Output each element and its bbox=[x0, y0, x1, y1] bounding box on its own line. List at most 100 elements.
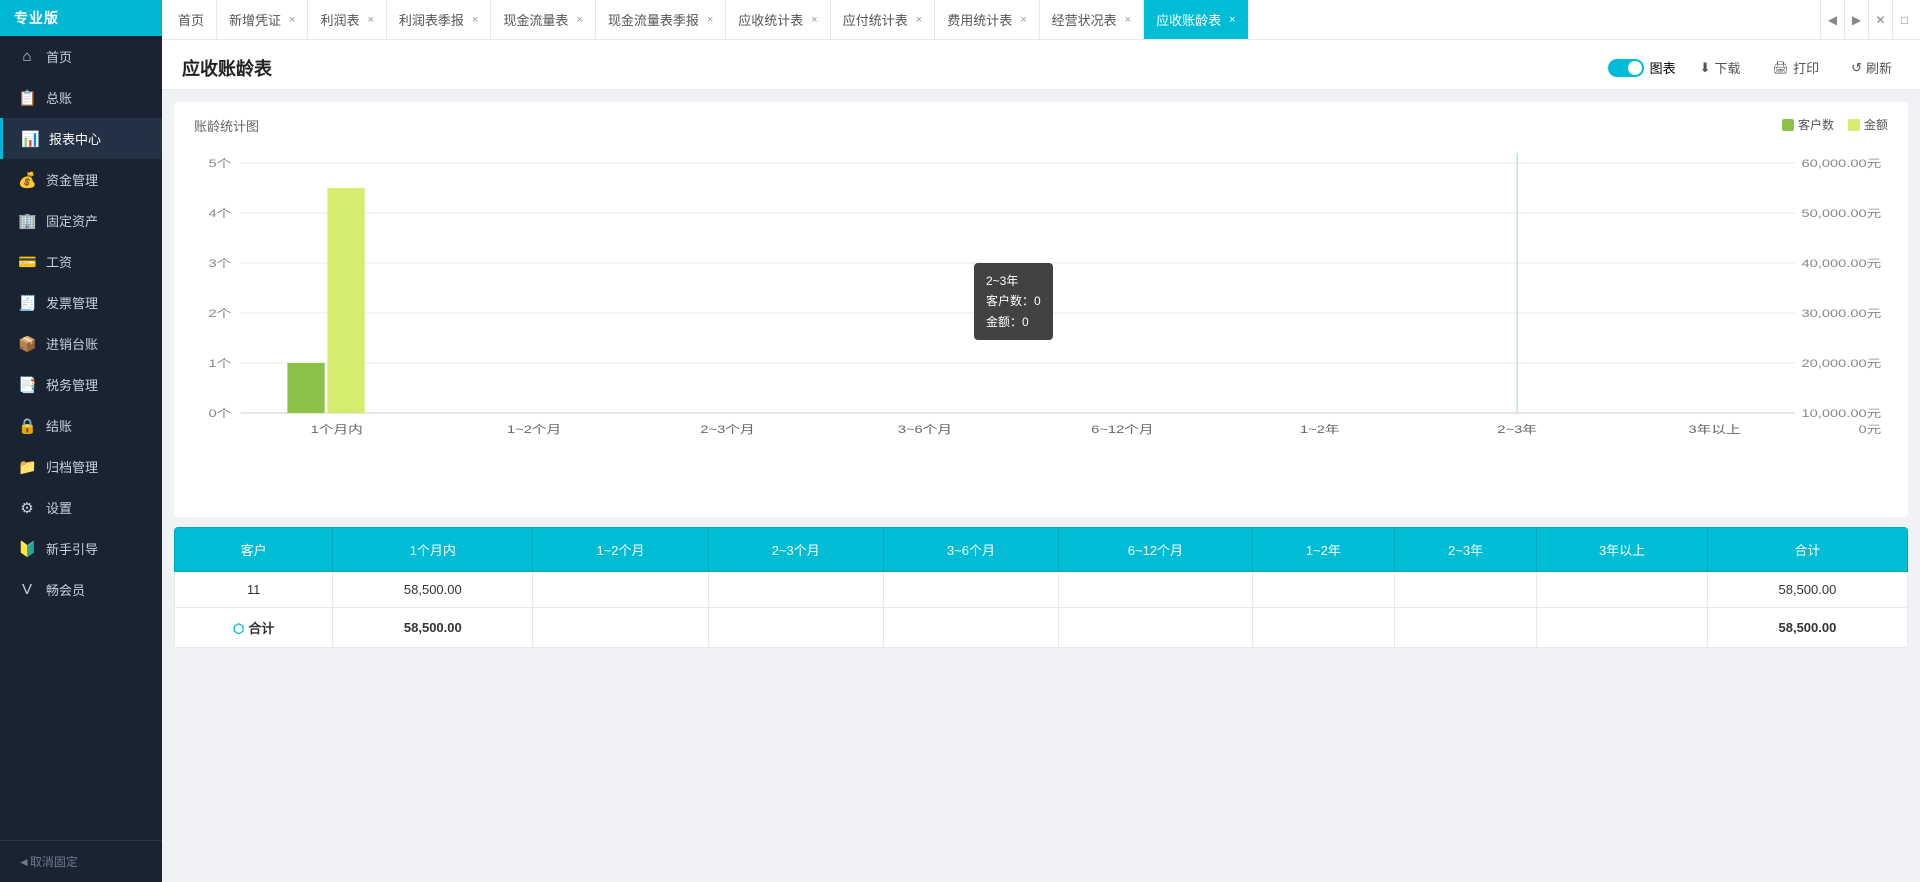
svg-text:0个: 0个 bbox=[209, 407, 232, 420]
refresh-btn[interactable]: ↺ 刷新 bbox=[1843, 54, 1900, 81]
sidebar-item-invoice[interactable]: 🧾发票管理 bbox=[0, 282, 162, 323]
chart-svg: 5个 4个 3个 2个 1个 0个 60,000.00元 50,000.00元 … bbox=[194, 143, 1888, 483]
cell-total-m6 bbox=[1252, 608, 1394, 648]
tab-5[interactable]: 现金流量表季报× bbox=[596, 0, 726, 40]
sidebar-icon-reports: 📊 bbox=[21, 130, 39, 148]
tab-1[interactable]: 新增凭证 × bbox=[217, 0, 308, 40]
chart-toggle[interactable]: 图表 bbox=[1608, 58, 1676, 77]
sidebar-icon-assets: 🏢 bbox=[18, 212, 36, 230]
print-btn[interactable]: 🖨 打印 bbox=[1765, 54, 1828, 81]
page-title: 应收账龄表 bbox=[182, 55, 272, 81]
sidebar-item-settings[interactable]: ⚙设置 bbox=[0, 487, 162, 528]
download-label: 下载 bbox=[1715, 58, 1741, 77]
unpin-sidebar[interactable]: ◄取消固定 bbox=[0, 840, 162, 882]
tab-4[interactable]: 现金流量表 × bbox=[491, 0, 595, 40]
sidebar-icon-tax: 📑 bbox=[18, 376, 36, 394]
bar-amount-1 bbox=[327, 188, 364, 413]
tab-close-4[interactable]: × bbox=[576, 14, 582, 26]
tab-3[interactable]: 利润表季报× bbox=[387, 0, 491, 40]
sidebar-item-archive[interactable]: 📁归档管理 bbox=[0, 446, 162, 487]
col-header-m5: 6~12个月 bbox=[1059, 528, 1253, 572]
cell-total: 58,500.00 bbox=[1707, 572, 1907, 608]
page-header: 应收账龄表 图表 ⬇ 下载 🖨 打印 ↺ 刷新 bbox=[162, 40, 1920, 90]
sidebar-label-settings: 设置 bbox=[46, 498, 72, 517]
svg-text:1~2年: 1~2年 bbox=[1300, 423, 1340, 436]
sidebar-item-ledger[interactable]: 📋 总账 bbox=[0, 77, 162, 118]
sidebar-label-invoice: 发票管理 bbox=[46, 293, 98, 312]
tab-2[interactable]: 利润表× bbox=[308, 0, 386, 40]
tab-close-1[interactable]: × bbox=[289, 14, 295, 26]
sidebar-item-salary[interactable]: 💳 工资 bbox=[0, 241, 162, 282]
chart-title: 账龄统计图 bbox=[194, 116, 1888, 135]
sidebar-item-assets[interactable]: 🏢固定资产 bbox=[0, 200, 162, 241]
sidebar-item-tax[interactable]: 📑税务管理 bbox=[0, 364, 162, 405]
cell-m1: 58,500.00 bbox=[333, 572, 533, 608]
tab-close-6[interactable]: × bbox=[811, 14, 817, 26]
table-header-row: 客户 1个月内 1~2个月 2~3个月 3~6个月 6~12个月 1~2年 2~… bbox=[175, 528, 1908, 572]
sidebar-item-guide[interactable]: 🔰新手引导 bbox=[0, 528, 162, 569]
sidebar-icon-salary: 💳 bbox=[18, 253, 36, 271]
tab-close-8[interactable]: × bbox=[1020, 14, 1026, 26]
download-btn[interactable]: ⬇ 下载 bbox=[1692, 54, 1749, 81]
tab-maximize-btn[interactable]: □ bbox=[1892, 0, 1916, 40]
bar-customers-1 bbox=[287, 363, 324, 413]
sidebar-label-vip: 畅会员 bbox=[46, 580, 85, 599]
cell-m4 bbox=[883, 572, 1058, 608]
tab-0[interactable]: 首页 bbox=[166, 0, 217, 40]
page-actions: 图表 ⬇ 下载 🖨 打印 ↺ 刷新 bbox=[1608, 54, 1900, 81]
tab-8[interactable]: 费用统计表× bbox=[935, 0, 1039, 40]
tab-close-5[interactable]: × bbox=[707, 14, 713, 26]
tab-10[interactable]: 应收账龄表 × bbox=[1144, 0, 1248, 40]
tab-label-1: 新增凭证 bbox=[229, 10, 281, 29]
cell-m2 bbox=[533, 572, 708, 608]
legend-label-amount: 金额 bbox=[1864, 116, 1888, 133]
sidebar-icon-ledger: 📋 bbox=[18, 89, 36, 107]
sidebar-item-close[interactable]: 🔒结账 bbox=[0, 405, 162, 446]
sidebar-item-vip[interactable]: V畅会员 bbox=[0, 569, 162, 610]
tab-label-4: 现金流量表 bbox=[503, 10, 568, 29]
cell-m7 bbox=[1394, 572, 1536, 608]
tab-label-0: 首页 bbox=[178, 10, 204, 29]
cell-m6 bbox=[1252, 572, 1394, 608]
tab-label-10: 应收账龄表 bbox=[1156, 10, 1221, 29]
cell-m3 bbox=[708, 572, 883, 608]
main-content: 首页新增凭证×利润表×利润表季报×现金流量表×现金流量表季报×应收统计表×应付统… bbox=[162, 0, 1920, 882]
sidebar-label-ledger: 总账 bbox=[46, 88, 72, 107]
tab-close-7[interactable]: × bbox=[916, 14, 922, 26]
tab-close-2[interactable]: × bbox=[367, 14, 373, 26]
tab-9[interactable]: 经营状况表× bbox=[1040, 0, 1144, 40]
svg-text:2个: 2个 bbox=[209, 307, 232, 320]
tab-close-9[interactable]: × bbox=[1125, 14, 1131, 26]
cell-m8 bbox=[1537, 572, 1708, 608]
tab-close-10[interactable]: × bbox=[1229, 14, 1235, 26]
cell-total-m8 bbox=[1537, 608, 1708, 648]
legend-dot-customers bbox=[1782, 119, 1794, 131]
cell-total-total: 58,500.00 bbox=[1707, 608, 1907, 648]
sidebar-icon-guide: 🔰 bbox=[18, 540, 36, 558]
tab-prev-btn[interactable]: ◀ bbox=[1820, 0, 1844, 40]
print-label: 打印 bbox=[1793, 58, 1819, 77]
svg-text:5个: 5个 bbox=[209, 157, 232, 170]
sidebar-label-salary: 工资 bbox=[46, 252, 72, 271]
cell-total-m1: 58,500.00 bbox=[333, 608, 533, 648]
cell-total-m3 bbox=[708, 608, 883, 648]
legend-label-customers: 客户数 bbox=[1798, 116, 1834, 133]
tab-6[interactable]: 应收统计表 × bbox=[726, 0, 830, 40]
sidebar-item-purchase[interactable]: 📦进销台账 bbox=[0, 323, 162, 364]
sidebar-label-funds: 资金管理 bbox=[46, 170, 98, 189]
data-table: 客户 1个月内 1~2个月 2~3个月 3~6个月 6~12个月 1~2年 2~… bbox=[174, 527, 1908, 648]
svg-text:3~6个月: 3~6个月 bbox=[898, 423, 952, 436]
total-icon: ⬡ bbox=[233, 621, 244, 636]
col-header-m1: 1个月内 bbox=[333, 528, 533, 572]
sidebar-item-funds[interactable]: 💰资金管理 bbox=[0, 159, 162, 200]
sidebar-item-home[interactable]: ⌂首页 bbox=[0, 36, 162, 77]
tab-close-3[interactable]: × bbox=[472, 14, 478, 26]
tab-next-btn[interactable]: ▶ bbox=[1844, 0, 1868, 40]
tab-7[interactable]: 应付统计表× bbox=[831, 0, 935, 40]
sidebar-item-reports[interactable]: 📊报表中心 bbox=[0, 118, 162, 159]
chart-svg-wrap: 5个 4个 3个 2个 1个 0个 60,000.00元 50,000.00元 … bbox=[194, 143, 1888, 503]
cell-m5 bbox=[1059, 572, 1253, 608]
toggle-track[interactable] bbox=[1608, 59, 1644, 77]
tab-close-all-btn[interactable]: ✕ bbox=[1868, 0, 1892, 40]
tab-label-6: 应收统计表 bbox=[738, 10, 803, 29]
